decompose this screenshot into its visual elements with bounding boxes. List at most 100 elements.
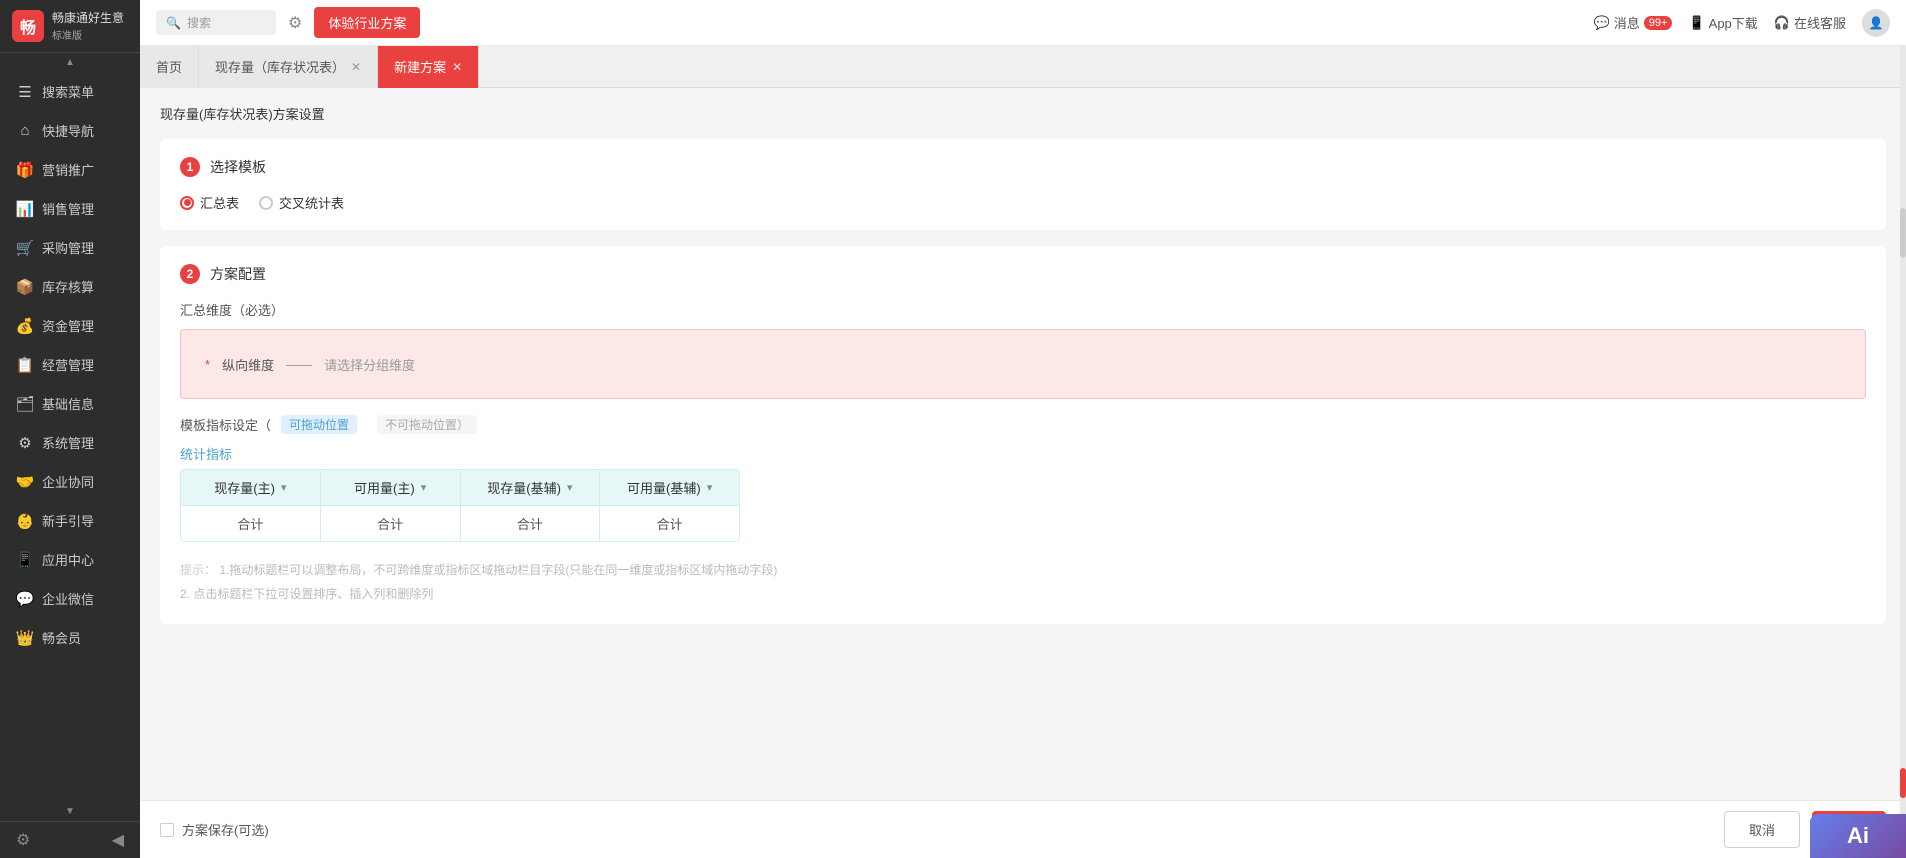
sidebar-item-label: 系统管理: [42, 433, 94, 452]
aggregate-dimension-label: 汇总维度（必选）: [180, 300, 1866, 319]
step2-num: 2: [180, 264, 200, 284]
marketing-icon: 🎁: [16, 161, 34, 179]
stats-col-3[interactable]: 可用量(基辅) ▾: [600, 470, 739, 505]
stats-col-2-label: 现存量(基辅): [487, 478, 561, 497]
sidebar-item-wechat[interactable]: 💬 企业微信: [0, 579, 140, 618]
sidebar-item-app-center[interactable]: 📱 应用中心: [0, 540, 140, 579]
topbar-search[interactable]: 🔍 搜索: [156, 10, 276, 35]
tab-new-plan[interactable]: 新建方案 ✕: [378, 46, 479, 88]
radio-summary[interactable]: 汇总表: [180, 193, 239, 212]
sidebar-item-quick-nav[interactable]: ⌂ 快捷导航: [0, 111, 140, 150]
stats-col-3-chevron: ▾: [707, 481, 713, 494]
stats-col-2[interactable]: 现存量(基辅) ▾: [461, 470, 601, 505]
step1-title: 选择模板: [210, 157, 266, 177]
stats-col-2-chevron: ▾: [567, 481, 573, 494]
cancel-button[interactable]: 取消: [1724, 811, 1800, 848]
sidebar-item-label: 企业微信: [42, 589, 94, 608]
app-download-btn[interactable]: 📱 App下载: [1688, 13, 1757, 32]
sidebar-item-inventory[interactable]: 📦 库存核算: [0, 267, 140, 306]
tips-section: 提示： 1.拖动标题栏可以调整布局，不可跨维度或指标区域拖动栏目字段(只能在同一…: [180, 558, 1866, 606]
stats-col-0-chevron: ▾: [281, 481, 287, 494]
enterprise-icon: 🤝: [16, 473, 34, 491]
sidebar-item-new-user[interactable]: 👶 新手引导: [0, 501, 140, 540]
sidebar-item-label: 应用中心: [42, 550, 94, 569]
non-draggable-badge: 不可拖动位置）: [377, 415, 477, 434]
tab-inventory-close[interactable]: ✕: [351, 60, 361, 74]
trial-btn[interactable]: 体验行业方案: [314, 7, 420, 38]
sidebar-scroll-down[interactable]: ▼: [0, 802, 140, 821]
sidebar-item-enterprise[interactable]: 🤝 企业协同: [0, 462, 140, 501]
search-text: 搜索: [187, 14, 211, 31]
required-star: *: [205, 357, 210, 372]
app-center-icon: 📱: [16, 551, 34, 569]
settings-icon[interactable]: ⚙: [16, 830, 30, 850]
sidebar-item-operations[interactable]: 📋 经营管理: [0, 345, 140, 384]
step1-card: 1 选择模板 汇总表 交叉统计表: [160, 139, 1886, 230]
stats-table-row-0: 合计 合计 合计 合计: [181, 505, 739, 541]
save-checkbox[interactable]: [160, 823, 174, 837]
new-user-icon: 👶: [16, 512, 34, 530]
dimension-box[interactable]: * 纵向维度 —— 请选择分组维度: [180, 329, 1866, 399]
app-logo-icon: 畅: [12, 10, 44, 42]
tabbar: 首页 现存量（库存状况表） ✕ 新建方案 ✕: [140, 46, 1906, 88]
sidebar-item-search-menu[interactable]: ☰ 搜索菜单: [0, 72, 140, 111]
save-label: 方案保存(可选): [182, 820, 269, 839]
tip-1: 2. 点击标题栏下拉可设置排序、插入列和删除列: [180, 587, 433, 601]
collapse-icon[interactable]: ◀: [112, 830, 124, 850]
step2-card: 2 方案配置 汇总维度（必选） * 纵向维度 —— 请选择分组维度 模板指标设定…: [160, 246, 1886, 624]
sidebar: 畅 畅康通好生意 标准版 ▲ ☰ 搜索菜单 ⌂ 快捷导航 🎁 营销推广 📊 销售…: [0, 0, 140, 858]
sidebar-item-marketing[interactable]: 🎁 营销推广: [0, 150, 140, 189]
sidebar-item-purchase[interactable]: 🛒 采购管理: [0, 228, 140, 267]
sidebar-item-basic-info[interactable]: 🗂 基础信息: [0, 384, 140, 423]
topbar-settings-icon[interactable]: ⚙: [288, 13, 302, 33]
sidebar-item-finance[interactable]: 💰 资金管理: [0, 306, 140, 345]
sidebar-item-label: 库存核算: [42, 277, 94, 296]
messages-btn[interactable]: 💬 消息 99+: [1594, 13, 1673, 32]
sidebar-nav: ☰ 搜索菜单 ⌂ 快捷导航 🎁 营销推广 📊 销售管理 🛒 采购管理 📦 库存核…: [0, 72, 140, 802]
basic-info-icon: 🗂: [16, 395, 34, 413]
search-menu-icon: ☰: [16, 83, 34, 101]
finance-icon: 💰: [16, 317, 34, 335]
stats-col-0[interactable]: 现存量(主) ▾: [181, 470, 321, 505]
draggable-badge: 可拖动位置: [281, 415, 357, 434]
online-service-btn[interactable]: 🎧 在线客服: [1774, 13, 1846, 32]
messages-label: 消息: [1614, 13, 1640, 32]
sidebar-scroll-up[interactable]: ▲: [0, 53, 140, 72]
page-title: 现存量(库存状况表)方案设置: [160, 104, 1886, 123]
radio-cross[interactable]: 交叉统计表: [259, 193, 344, 212]
dimension-placeholder: * 纵向维度 —— 请选择分组维度: [205, 355, 415, 374]
stats-col-1-chevron: ▾: [421, 481, 427, 494]
tab-inventory-status[interactable]: 现存量（库存状况表） ✕: [199, 46, 378, 88]
sidebar-item-system[interactable]: ⚙ 系统管理: [0, 423, 140, 462]
bottom-bar: 方案保存(可选) 取消 查询: [140, 800, 1906, 858]
tab-new-plan-close[interactable]: ✕: [452, 60, 462, 74]
membership-icon: 👑: [16, 629, 34, 647]
step1-header: 1 选择模板: [180, 157, 1866, 177]
sidebar-item-label: 经营管理: [42, 355, 94, 374]
dimension-dash: ——: [286, 357, 312, 372]
tip-0: 1.拖动标题栏可以调整布局，不可跨维度或指标区域拖动栏目字段(只能在同一维度或指…: [219, 563, 777, 577]
app-name: 畅康通好生意: [52, 10, 124, 27]
sidebar-item-sales[interactable]: 📊 销售管理: [0, 189, 140, 228]
tab-home[interactable]: 首页: [140, 46, 199, 88]
save-option: 方案保存(可选): [160, 820, 269, 839]
ai-badge[interactable]: Ai: [1810, 814, 1906, 858]
sidebar-item-label: 搜索菜单: [42, 82, 94, 101]
indicator-settings-label: 模板指标设定（: [180, 415, 271, 434]
tab-new-plan-label: 新建方案: [394, 57, 446, 76]
tab-home-label: 首页: [156, 57, 182, 76]
step2-header: 2 方案配置: [180, 264, 1866, 284]
scrollbar-accent-handle[interactable]: [1900, 768, 1906, 798]
sidebar-item-label: 资金管理: [42, 316, 94, 335]
scrollbar-handle[interactable]: [1900, 208, 1906, 258]
user-avatar[interactable]: 👤: [1862, 9, 1890, 37]
topbar: 🔍 搜索 ⚙ 体验行业方案 💬 消息 99+ 📱 App下载 🎧 在线客服 👤: [140, 0, 1906, 46]
stats-col-1[interactable]: 可用量(主) ▾: [321, 470, 461, 505]
app-version: 标准版: [52, 27, 124, 42]
sidebar-item-membership[interactable]: 👑 畅会员: [0, 618, 140, 657]
operations-icon: 📋: [16, 356, 34, 374]
tips-title: 提示：: [180, 563, 216, 577]
sidebar-item-label: 新手引导: [42, 511, 94, 530]
main-area: 🔍 搜索 ⚙ 体验行业方案 💬 消息 99+ 📱 App下载 🎧 在线客服 👤: [140, 0, 1906, 858]
radio-cross-circle: [259, 196, 273, 210]
